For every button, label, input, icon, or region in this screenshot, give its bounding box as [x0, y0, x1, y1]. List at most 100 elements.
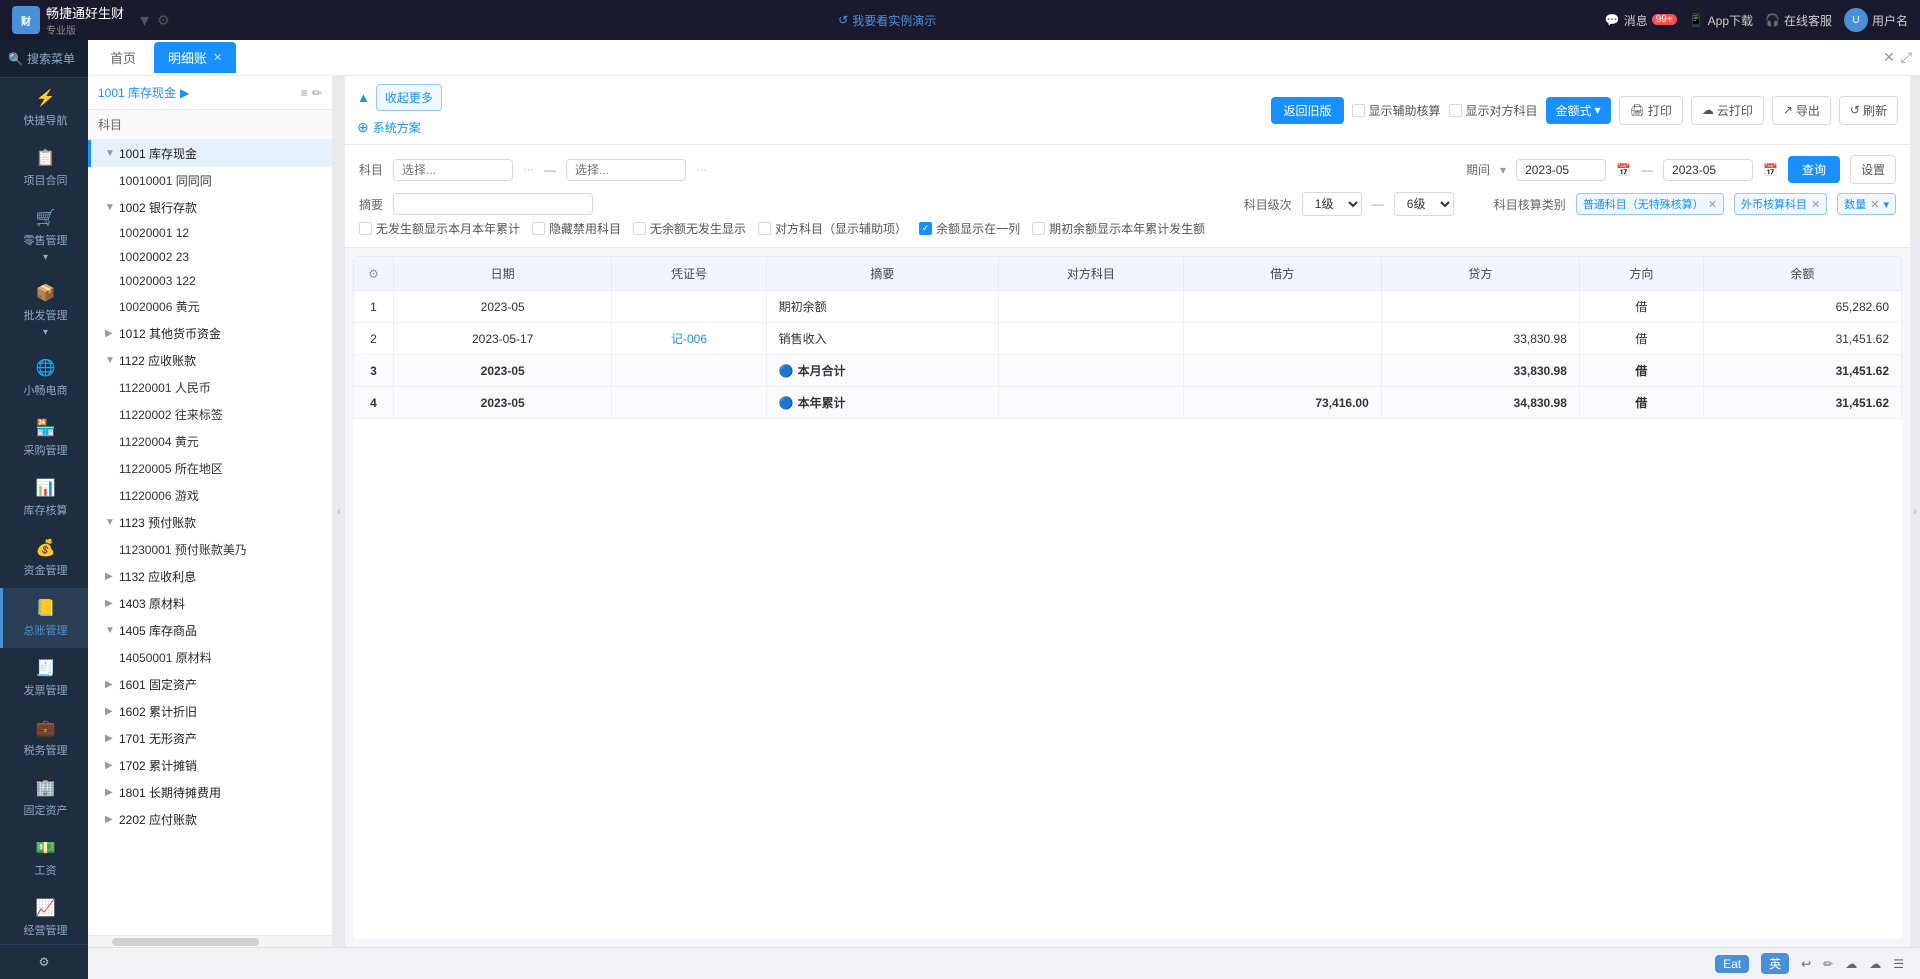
list-icon[interactable]: ≡: [301, 86, 308, 100]
cb-opposite[interactable]: 对方科目（显示辅助项）: [758, 220, 907, 237]
calendar-start-icon[interactable]: 📅: [1616, 163, 1631, 177]
undo-icon[interactable]: ↩: [1801, 957, 1811, 971]
h-scroll[interactable]: [88, 935, 332, 947]
tab-home[interactable]: 首页: [96, 42, 150, 73]
tree-item-1701[interactable]: ▶ 1701 无形资产: [88, 725, 332, 752]
tree-item-14050001[interactable]: 14050001 原材料: [88, 644, 332, 671]
tag-foreign-close-icon[interactable]: ✕: [1811, 198, 1820, 211]
tree-item-11220006[interactable]: 11220006 游戏: [88, 482, 332, 509]
tree-item-1132[interactable]: ▶ 1132 应收利息: [88, 563, 332, 590]
tree-item-1702[interactable]: ▶ 1702 累计摊销: [88, 752, 332, 779]
show-aux-checkbox[interactable]: 显示辅助核算: [1352, 102, 1441, 119]
tab-detail[interactable]: 明细账 ✕: [154, 42, 236, 73]
app-download-btn[interactable]: 📱 App下载: [1689, 12, 1753, 29]
voucher-link[interactable]: 记-006: [671, 332, 707, 346]
tree-item-1405[interactable]: ▼ 1405 库存商品: [88, 617, 332, 644]
cloud2-status-icon[interactable]: ☁: [1869, 957, 1881, 971]
tree-item-11220002[interactable]: 11220002 往来标签: [88, 401, 332, 428]
amount-btn[interactable]: 金额式 ▾: [1546, 97, 1611, 124]
tree-item-11220001[interactable]: 11220001 人民币: [88, 374, 332, 401]
window-restore-icon[interactable]: ✕: [1883, 49, 1895, 66]
sidebar-item-kuaijie[interactable]: ⚡ 快捷导航: [0, 78, 88, 138]
refresh-btn[interactable]: ↺ 刷新: [1839, 96, 1898, 125]
settings-icon[interactable]: ⚙: [157, 12, 170, 29]
eat-btn[interactable]: Eat: [1715, 955, 1749, 973]
tag-qty-close-icon[interactable]: ✕: [1870, 198, 1879, 211]
sidebar-item-zhangzhang[interactable]: 📒 总账管理: [0, 588, 88, 648]
summary-input[interactable]: [393, 193, 593, 215]
level-from-select[interactable]: 1级2级3级: [1302, 192, 1362, 216]
back-btn[interactable]: 返回旧版: [1271, 97, 1343, 124]
message-btn[interactable]: 💬 消息 99+: [1605, 12, 1677, 29]
sidebar-item-kucun[interactable]: 📊 库存核算: [0, 468, 88, 528]
tree-item-1403[interactable]: ▶ 1403 原材料: [88, 590, 332, 617]
cloud-status-icon[interactable]: ☁: [1845, 957, 1857, 971]
tree-item-1012[interactable]: ▶ 1012 其他货币资金: [88, 320, 332, 347]
tree-item-11230001[interactable]: 11230001 预付账款美乃: [88, 536, 332, 563]
settings-bottom-icon[interactable]: ⚙: [39, 955, 50, 969]
breadcrumb[interactable]: 1001 库存现金 ▶: [98, 84, 297, 101]
tree-item-1002[interactable]: ▼ 1002 银行存款: [88, 194, 332, 221]
tree-item-10020002[interactable]: 10020002 23: [88, 245, 332, 269]
period-end-input[interactable]: [1663, 159, 1753, 181]
kemu-input-end[interactable]: [566, 159, 686, 181]
query-btn[interactable]: 查询: [1788, 156, 1840, 183]
tree-item-2202[interactable]: ▶ 2202 应付账款: [88, 806, 332, 833]
sidebar-item-fapiao[interactable]: 🧾 发票管理: [0, 648, 88, 708]
sidebar-bottom[interactable]: ⚙: [0, 944, 88, 979]
tree-item-1601[interactable]: ▶ 1601 固定资产: [88, 671, 332, 698]
export-btn[interactable]: ↗ 导出: [1772, 96, 1831, 125]
tree-item-1122[interactable]: ▼ 1122 应收账款: [88, 347, 332, 374]
edit-status-icon[interactable]: ✏: [1823, 957, 1833, 971]
sidebar-item-xiangmu[interactable]: 📋 项目合同: [0, 138, 88, 198]
sidebar-item-gongzi[interactable]: 💵 工资: [0, 828, 88, 888]
tree-item-10010001[interactable]: 10010001 同同同: [88, 167, 332, 194]
cb-no-balance[interactable]: 无发生额显示本月本年累计: [359, 220, 520, 237]
tab-close-icon[interactable]: ✕: [213, 51, 222, 64]
cb-no-balance2[interactable]: 无余额无发生显示: [633, 220, 746, 237]
online-service-btn[interactable]: 🎧 在线客服: [1765, 12, 1832, 29]
tree-item-11220005[interactable]: 11220005 所在地区: [88, 455, 332, 482]
collapse-right-btn[interactable]: ›: [1910, 76, 1920, 947]
show-opposite-checkbox[interactable]: 显示对方科目: [1449, 102, 1538, 119]
user-area[interactable]: U 用户名: [1844, 8, 1908, 32]
sidebar-item-pifa[interactable]: 📦 批发管理 ▾: [0, 273, 88, 348]
scheme-label[interactable]: 系统方案: [373, 119, 421, 136]
cb-balance-col[interactable]: ✓ 余额显示在一列: [919, 220, 1020, 237]
period-dropdown-icon[interactable]: ▾: [1500, 163, 1506, 177]
collapse-panel-btn[interactable]: ‹: [333, 76, 345, 947]
window-min-icon[interactable]: ▾: [140, 10, 149, 31]
print-btn[interactable]: 🖨 打印: [1619, 96, 1683, 125]
calendar-end-icon[interactable]: 📅: [1763, 163, 1778, 177]
cb-opening[interactable]: 期初余额显示本年累计发生额: [1032, 220, 1205, 237]
sidebar-search[interactable]: 🔍 搜索菜单: [0, 40, 88, 78]
cell-voucher[interactable]: 记-006: [612, 323, 766, 355]
tree-item-1001[interactable]: ▼ 1001 库存现金: [88, 140, 332, 167]
edit-icon[interactable]: ✏: [312, 86, 322, 100]
tree-item-1602[interactable]: ▶ 1602 累计折旧: [88, 698, 332, 725]
setting-btn[interactable]: 设置: [1850, 155, 1896, 184]
sidebar-item-lingshou[interactable]: 🛒 零售管理 ▾: [0, 198, 88, 273]
period-start-input[interactable]: [1516, 159, 1606, 181]
cloud-print-btn[interactable]: ☁ 云打印: [1691, 96, 1764, 125]
sidebar-item-caigou[interactable]: 🏪 采购管理: [0, 408, 88, 468]
sidebar-item-jingying[interactable]: 📈 经营管理: [0, 888, 88, 944]
lang-btn[interactable]: 英: [1761, 953, 1789, 974]
sidebar-item-shuiwu[interactable]: 💼 税务管理: [0, 708, 88, 768]
tree-item-10020006[interactable]: 10020006 黄元: [88, 293, 332, 320]
menu-status-icon[interactable]: ☰: [1893, 957, 1904, 971]
tree-item-10020001[interactable]: 10020001 12: [88, 221, 332, 245]
sidebar-item-gudingzichan[interactable]: 🏢 固定资产: [0, 768, 88, 828]
sidebar-item-xiaochang[interactable]: 🌐 小畅电商: [0, 348, 88, 408]
sidebar-item-zijin[interactable]: 💰 资金管理: [0, 528, 88, 588]
expand-more-btn[interactable]: 收起更多: [376, 84, 442, 111]
tree-item-11220004[interactable]: 11220004 黄元: [88, 428, 332, 455]
tree-item-10020003[interactable]: 10020003 122: [88, 269, 332, 293]
kemu-input-start[interactable]: [393, 159, 513, 181]
demo-link[interactable]: ↺ 我要看实例演示: [838, 12, 936, 29]
level-to-select[interactable]: 6级5级4级: [1394, 192, 1454, 216]
table-header-settings[interactable]: ⚙: [354, 257, 394, 291]
tag-normal-close-icon[interactable]: ✕: [1708, 198, 1717, 211]
tree-item-1123[interactable]: ▼ 1123 预付账款: [88, 509, 332, 536]
tree-item-1801[interactable]: ▶ 1801 长期待摊费用: [88, 779, 332, 806]
